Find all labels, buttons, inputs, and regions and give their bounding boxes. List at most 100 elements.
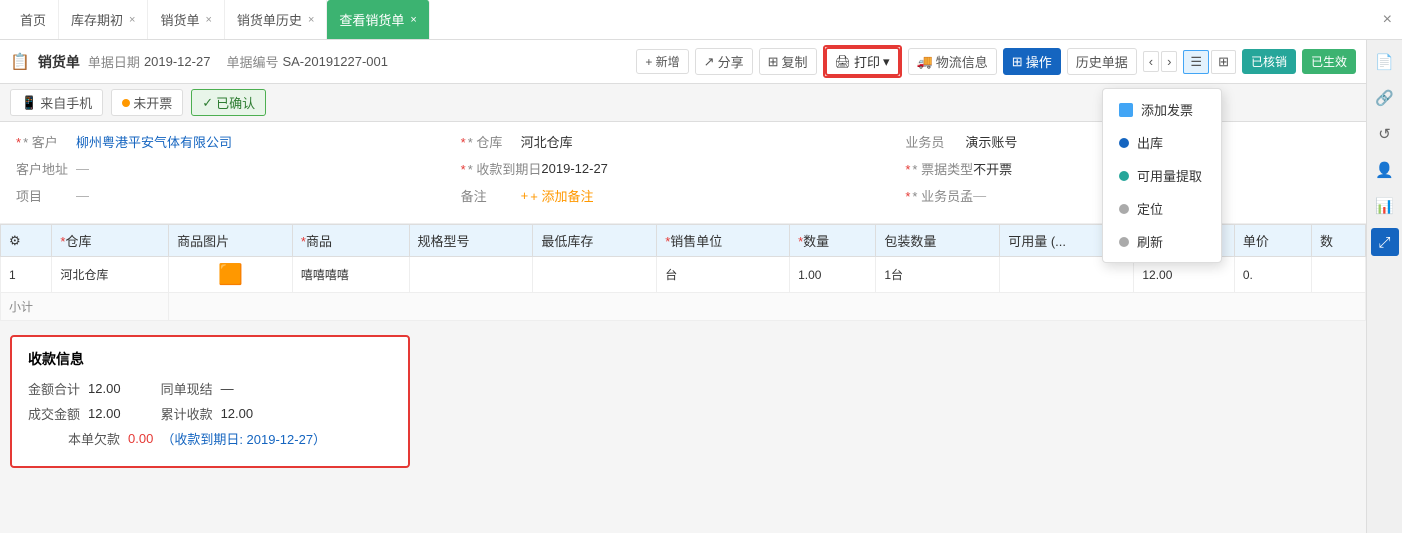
check-icon: ✓ — [202, 95, 213, 111]
sidebar-expand-icon[interactable]: ⤢ — [1371, 228, 1399, 256]
tab-inventory-close[interactable]: × — [129, 14, 135, 26]
due-label: 本单欠款 — [68, 429, 120, 448]
row-amount — [1312, 257, 1366, 293]
customer-label: * 客户 — [16, 132, 76, 151]
sidebar-user-icon[interactable]: 👤 — [1371, 156, 1399, 184]
avail-icon — [1119, 171, 1129, 181]
payment-info-box: 收款信息 金额合计 12.00 同单现结 — 成交金额 12.00 — [10, 335, 410, 468]
logistics-button[interactable]: 🚚 物流信息 — [908, 48, 997, 75]
doc-no-value: SA-20191227-001 — [282, 54, 388, 69]
row-index: 1 — [1, 257, 52, 293]
row-image: 🟧 — [169, 257, 293, 293]
ticket-label: * 票据类型 — [905, 159, 973, 178]
tab-view-sales-close[interactable]: × — [410, 14, 416, 26]
dropdown-refresh[interactable]: 刷新 — [1103, 225, 1221, 258]
amount-label: 金额合计 — [28, 379, 80, 398]
doc-title: 销货单 — [38, 52, 80, 72]
salesperson-value: — — [973, 188, 986, 203]
col-price: 单价 — [1234, 225, 1311, 257]
row-price: 0. — [1234, 257, 1311, 293]
due-date-value: 2019-12-27 — [541, 161, 608, 176]
same-order-value: — — [221, 381, 234, 396]
row-min-stock — [533, 257, 657, 293]
list-view-button[interactable]: ☰ — [1183, 50, 1209, 74]
tab-sales[interactable]: 销货单 × — [148, 0, 224, 39]
from-phone-button[interactable]: 📱 来自手机 — [10, 89, 103, 116]
effective-button[interactable]: 已生效 — [1302, 49, 1356, 74]
ops-dropdown: 添加发票 出库 可用量提取 定位 刷新 — [1102, 88, 1222, 263]
salesperson-label: * 业务员孟 — [905, 186, 973, 205]
cumulative-value: 12.00 — [221, 406, 254, 421]
row-pkg-qty: 1台 — [876, 257, 1000, 293]
ticket-value: 不开票 — [973, 159, 1012, 178]
view-buttons: ☰ ⊞ — [1183, 50, 1236, 74]
tab-sales-close[interactable]: × — [205, 14, 211, 26]
prev-button[interactable]: ‹ — [1143, 51, 1159, 72]
same-order-label: 同单现结 — [161, 379, 213, 398]
col-gear: ⚙ — [1, 225, 52, 257]
col-pkg-qty: 包装数量 — [876, 225, 1000, 257]
due-value: 0.00 — [128, 431, 153, 446]
share-button[interactable]: ↗ 分享 — [695, 48, 753, 75]
phone-icon: 📱 — [21, 95, 37, 111]
dropdown-avail-extract[interactable]: 可用量提取 — [1103, 159, 1221, 192]
tab-sales-history-close[interactable]: × — [308, 14, 314, 26]
ops-button[interactable]: ⊞ 操作 — [1003, 48, 1061, 75]
not-open-button[interactable]: 未开票 — [111, 89, 183, 116]
address-label: 客户地址 — [16, 159, 76, 178]
dropdown-add-invoice[interactable]: 添加发票 — [1103, 93, 1221, 126]
subtotal-row: 小计 — [1, 293, 1366, 321]
grid-view-button[interactable]: ⊞ — [1211, 50, 1236, 74]
deal-amount-value: 12.00 — [88, 406, 121, 421]
payment-section: 收款信息 金额合计 12.00 同单现结 — 成交金额 12.00 — [0, 321, 1366, 482]
next-button[interactable]: › — [1161, 51, 1177, 72]
ops-icon: ⊞ — [1012, 54, 1023, 70]
product-image-icon: 🟧 — [218, 264, 243, 286]
print-button[interactable]: 🖨 打印 ▾ — [825, 47, 900, 76]
date-value: 2019-12-27 — [144, 54, 211, 69]
tab-inventory[interactable]: 库存期初 × — [59, 0, 148, 39]
tab-view-sales[interactable]: 查看销货单 × — [327, 0, 429, 39]
staff-label: 业务员 — [905, 132, 965, 151]
note-label: 备注 — [461, 186, 521, 205]
warehouse-value: 河北仓库 — [521, 132, 573, 151]
doc-no-label: 单据编号 — [226, 52, 278, 71]
new-button[interactable]: + 新增 — [636, 49, 688, 74]
col-unit: *销售单位 — [657, 225, 790, 257]
sidebar-doc-icon[interactable]: 📄 — [1371, 48, 1399, 76]
sidebar-chart-icon[interactable]: 📊 — [1371, 192, 1399, 220]
sidebar-link-icon[interactable]: 🔗 — [1371, 84, 1399, 112]
sold-button[interactable]: 已核销 — [1242, 49, 1296, 74]
outbound-icon — [1119, 138, 1129, 148]
row-qty: 1.00 — [790, 257, 876, 293]
sidebar-refresh-icon[interactable]: ↺ — [1371, 120, 1399, 148]
orange-dot — [122, 99, 130, 107]
toolbar: 📋 销货单 单据日期 2019-12-27 单据编号 SA-20191227-0… — [0, 40, 1366, 84]
staff-value: 演示账号 — [965, 132, 1017, 151]
row-spec — [409, 257, 533, 293]
logistics-icon: 🚚 — [917, 54, 933, 70]
tab-bar: 首页 库存期初 × 销货单 × 销货单历史 × 查看销货单 × × — [0, 0, 1402, 40]
tab-home[interactable]: 首页 — [8, 0, 59, 39]
warehouse-label: * 仓库 — [461, 132, 521, 151]
project-label: 项目 — [16, 186, 76, 205]
deal-amount-label: 成交金额 — [28, 404, 80, 423]
col-min-stock: 最低库存 — [533, 225, 657, 257]
window-close[interactable]: × — [1383, 11, 1392, 29]
history-button[interactable]: 历史单据 — [1067, 48, 1137, 75]
share-icon: ↗ — [704, 54, 715, 70]
print-dropdown-icon: ▾ — [883, 54, 890, 70]
copy-button[interactable]: ⊞ 复制 — [759, 48, 817, 75]
dropdown-outbound[interactable]: 出库 — [1103, 126, 1221, 159]
payment-title: 收款信息 — [28, 349, 392, 369]
add-note-button[interactable]: + + 添加备注 — [521, 186, 594, 205]
print-highlight: 🖨 打印 ▾ — [823, 45, 902, 78]
row-product: 嘻嘻嘻嘻 — [292, 257, 409, 293]
tab-sales-history[interactable]: 销货单历史 × — [225, 0, 327, 39]
dropdown-locate[interactable]: 定位 — [1103, 192, 1221, 225]
date-label: 单据日期 — [88, 52, 140, 71]
project-value: — — [76, 188, 89, 203]
col-image: 商品图片 — [169, 225, 293, 257]
locate-icon — [1119, 204, 1129, 214]
confirm-button[interactable]: ✓ 已确认 — [191, 89, 266, 116]
